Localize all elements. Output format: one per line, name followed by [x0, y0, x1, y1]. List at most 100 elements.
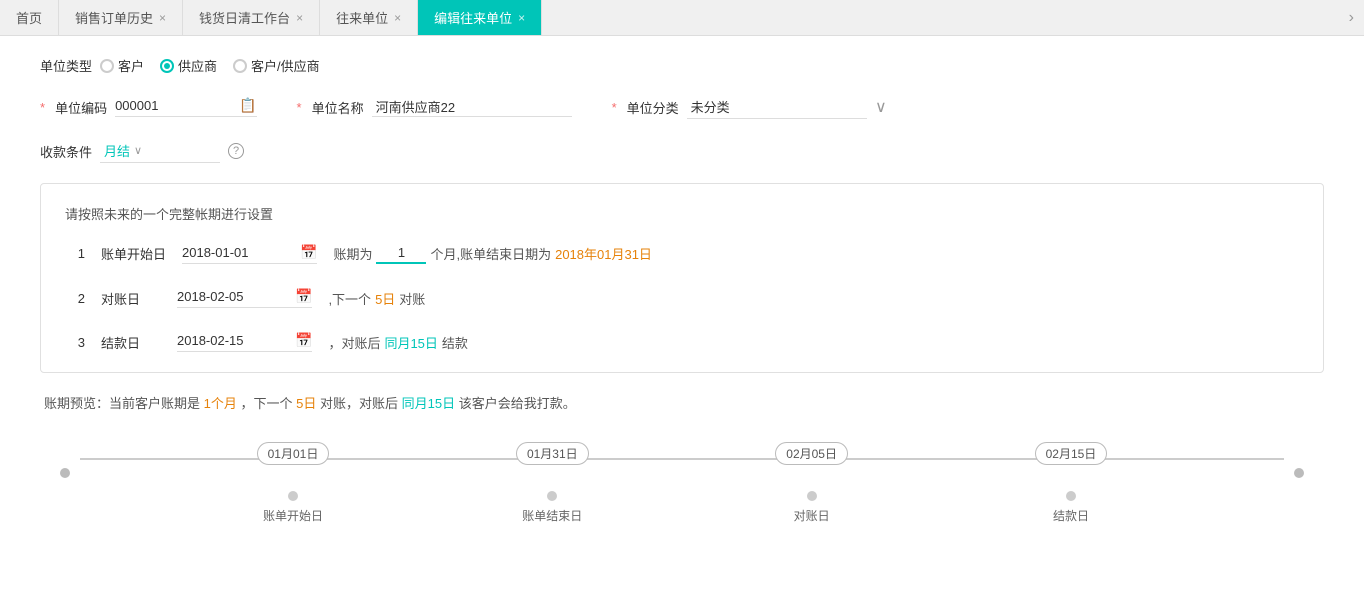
unit-code-input-wrapper: 📋: [115, 97, 256, 117]
unit-name-label: 单位名称: [312, 98, 364, 117]
unit-category-star: *: [612, 100, 617, 115]
timeline-container: 01月01日 账单开始日 01月31日 账单结束日 02月05日 对账日 02月…: [40, 432, 1324, 534]
timeline-dot-1: [288, 491, 298, 501]
timeline-badge-1: 01月01日: [257, 442, 330, 465]
unit-category-value: 未分类: [687, 95, 867, 119]
unit-type-row: 单位类型 客户 供应商 客户/供应商: [40, 56, 1324, 75]
step-2-highlight: 5日: [375, 289, 395, 308]
preview-suffix: 该客户会给我打款。: [459, 396, 576, 411]
unit-type-label: 单位类型: [40, 56, 92, 75]
unit-category-label: 单位分类: [627, 98, 679, 117]
step-1-desc: 账期为 个月,账单结束日期为 2018年01月31日: [333, 243, 651, 264]
radio-customer-circle: [100, 59, 114, 73]
unit-code-input[interactable]: [115, 98, 235, 113]
radio-customer[interactable]: 客户: [100, 56, 144, 75]
radio-supplier-circle: [160, 59, 174, 73]
preview-part1: 1个月: [204, 396, 237, 411]
step-3-label: 结款日: [101, 333, 161, 352]
tab-partner[interactable]: 往来单位 ×: [320, 0, 418, 35]
step-3-desc: ，对账后 同月15日 结款: [328, 333, 468, 352]
timeline-item-4: 02月15日 结款日: [1035, 442, 1108, 524]
step-3-num: 3: [65, 335, 85, 350]
tab-sales-history[interactable]: 销售订单历史 ×: [59, 0, 183, 35]
preview-part2: 5日: [296, 396, 316, 411]
payment-terms-help-icon[interactable]: ?: [228, 143, 244, 159]
timeline-item-3: 02月05日 对账日: [775, 442, 848, 524]
unit-name-input[interactable]: [372, 97, 572, 117]
payment-terms-field: 收款条件 月结 ∨ ?: [40, 139, 244, 163]
step-1-date-field[interactable]: [182, 245, 292, 260]
unit-type-field: 单位类型 客户 供应商 客户/供应商: [40, 56, 320, 75]
step-1-desc-suffix: 个月,账单结束日期为: [430, 244, 551, 263]
unit-code-star: *: [40, 100, 45, 115]
step-2-date-field[interactable]: [177, 289, 287, 304]
step-1-num: 1: [65, 246, 85, 261]
radio-both[interactable]: 客户/供应商: [233, 56, 320, 75]
step-3-date-field[interactable]: [177, 333, 287, 348]
timeline-label-3: 对账日: [794, 507, 830, 524]
timeline-label-2: 账单结束日: [522, 507, 582, 524]
tab-home[interactable]: 首页: [0, 0, 59, 35]
preview-connector2: 对账，对账后: [320, 396, 398, 411]
step-3-highlight: 同月15日: [384, 333, 437, 352]
step-1-highlight: 2018年01月31日: [555, 244, 652, 263]
timeline-badge-3: 02月05日: [775, 442, 848, 465]
tab-cash-daily-label: 钱货日清工作台: [199, 8, 290, 27]
timeline-end-end: [1294, 448, 1304, 478]
radio-supplier[interactable]: 供应商: [160, 56, 217, 75]
tabs-more-button[interactable]: ›: [1339, 9, 1364, 27]
step-1-label: 账单开始日: [101, 244, 166, 263]
preview-part3: 同月15日: [402, 396, 455, 411]
step-2-desc: ,下一个 5日 对账: [328, 289, 425, 308]
unit-type-radio-group: 客户 供应商 客户/供应商: [100, 56, 320, 75]
tab-edit-partner-close[interactable]: ×: [518, 11, 525, 25]
radio-both-label: 客户/供应商: [251, 56, 320, 75]
timeline-dot-2: [547, 491, 557, 501]
unit-code-label: 单位编码: [55, 98, 107, 117]
unit-code-icon[interactable]: 📋: [239, 97, 256, 114]
step-1-desc-prefix: 账期为: [333, 244, 372, 263]
unit-name-star: *: [297, 100, 302, 115]
timeline-items: 01月01日 账单开始日 01月31日 账单结束日 02月05日 对账日 02月…: [60, 442, 1304, 524]
unit-category-dropdown[interactable]: 未分类 ∨: [687, 95, 887, 119]
step-2-desc-prefix: ,下一个: [328, 289, 371, 308]
payment-terms-row: 收款条件 月结 ∨ ?: [40, 139, 1324, 163]
preview-label: 账期预览：当前客户账期是: [44, 396, 200, 411]
tab-partner-close[interactable]: ×: [394, 11, 401, 25]
radio-customer-label: 客户: [118, 56, 144, 75]
tab-edit-partner[interactable]: 编辑往来单位 ×: [418, 0, 542, 35]
radio-supplier-label: 供应商: [178, 56, 217, 75]
period-settings-section: 请按照未来的一个完整帐期进行设置 1 账单开始日 📅 账期为 个月,账单结束日期…: [40, 183, 1324, 373]
step-3-row: 3 结款日 📅 ，对账后 同月15日 结款: [65, 332, 1299, 352]
unit-category-field: * 单位分类 未分类 ∨: [612, 95, 887, 119]
step-2-desc-suffix: 对账: [399, 289, 425, 308]
tab-sales-history-close[interactable]: ×: [159, 11, 166, 25]
tab-cash-daily-close[interactable]: ×: [296, 11, 303, 25]
radio-both-circle: [233, 59, 247, 73]
timeline-dot-3: [807, 491, 817, 501]
unit-name-field: * 单位名称: [297, 97, 572, 117]
step-1-date-input: 📅: [182, 244, 317, 264]
tab-cash-daily[interactable]: 钱货日清工作台 ×: [183, 0, 320, 35]
payment-terms-select[interactable]: 月结 ∨: [100, 139, 220, 163]
unit-code-field: * 单位编码 📋: [40, 97, 257, 117]
tab-edit-partner-label: 编辑往来单位: [434, 8, 512, 27]
tab-partner-label: 往来单位: [336, 8, 388, 27]
timeline-label-4: 结款日: [1053, 507, 1089, 524]
step-1-row: 1 账单开始日 📅 账期为 个月,账单结束日期为 2018年01月31日: [65, 243, 1299, 264]
timeline-dot-4: [1066, 491, 1076, 501]
timeline-start-end: [60, 448, 70, 478]
timeline-item-2: 01月31日 账单结束日: [516, 442, 589, 524]
step-3-date-input: 📅: [177, 332, 312, 352]
preview-connector1: ，下一个: [241, 396, 293, 411]
step-1-months-input[interactable]: [376, 243, 426, 264]
step-2-num: 2: [65, 291, 85, 306]
step-2-calendar-icon[interactable]: 📅: [295, 288, 312, 305]
step-3-calendar-icon[interactable]: 📅: [295, 332, 312, 349]
unit-info-row: * 单位编码 📋 * 单位名称 * 单位分类 未分类 ∨: [40, 95, 1324, 119]
step-3-desc-prefix: ，对账后: [328, 333, 380, 352]
step-1-calendar-icon[interactable]: 📅: [300, 244, 317, 261]
tab-home-label: 首页: [16, 8, 42, 27]
preview-section: 账期预览：当前客户账期是 1个月 ，下一个 5日 对账，对账后 同月15日 该客…: [40, 393, 1324, 412]
section-description: 请按照未来的一个完整帐期进行设置: [65, 204, 1299, 223]
